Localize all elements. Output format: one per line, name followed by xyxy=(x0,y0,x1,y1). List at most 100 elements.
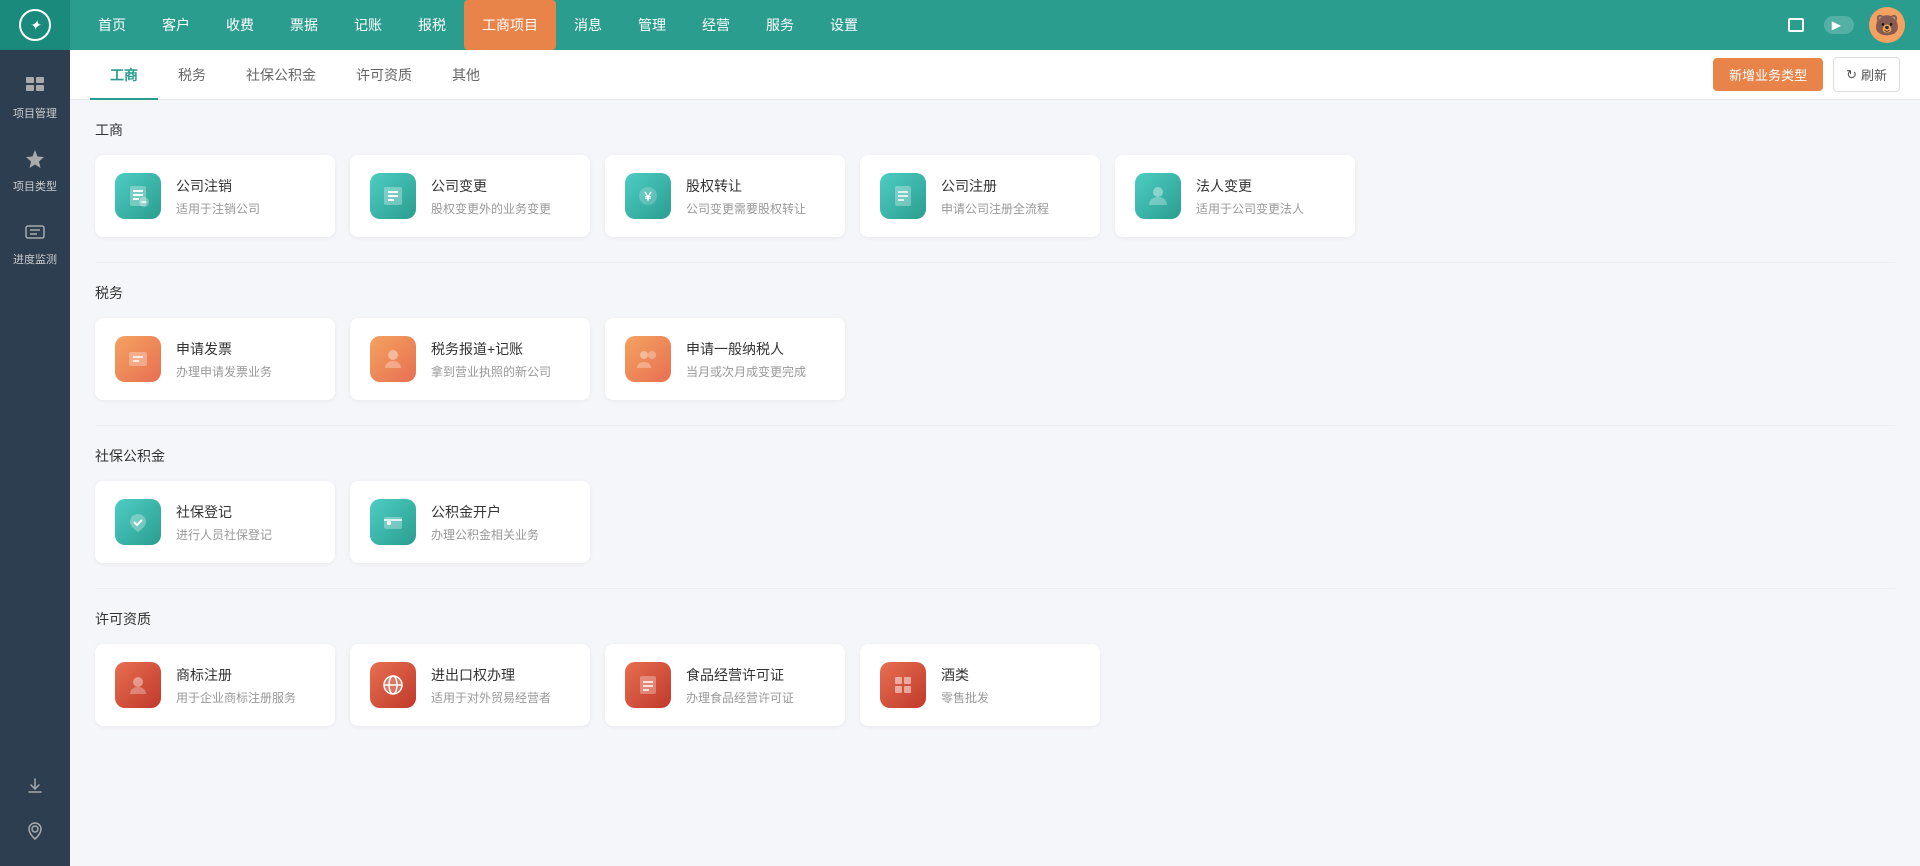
card-icon-法人变更 xyxy=(1135,173,1181,219)
nav-item-记账[interactable]: 记账 xyxy=(336,0,400,50)
vip-button[interactable]: ▶ xyxy=(1824,16,1854,34)
nav-item-客户[interactable]: 客户 xyxy=(144,0,208,50)
service-card-税务报道+记账[interactable]: 税务报道+记账拿到营业执照的新公司 xyxy=(350,318,590,400)
section-divider-0 xyxy=(95,262,1895,263)
tab-item-许可资质[interactable]: 许可资质 xyxy=(336,50,432,100)
card-text-法人变更: 法人变更适用于公司变更法人 xyxy=(1196,176,1304,217)
card-title-1: 公司变更 xyxy=(431,176,551,196)
download-icon-button[interactable] xyxy=(15,766,55,806)
card-desc-2: 办理食品经营许可证 xyxy=(686,689,794,706)
card-icon-食品经营许可证 xyxy=(625,662,671,708)
sidebar: 项目管理 项目类型 进度监测 xyxy=(0,50,70,866)
card-title-2: 食品经营许可证 xyxy=(686,665,794,685)
service-card-公司注销[interactable]: 公司注销适用于注销公司 xyxy=(95,155,335,237)
tab-item-工商[interactable]: 工商 xyxy=(90,50,158,100)
card-grid-1: 申请发票办理申请发票业务 税务报道+记账拿到营业执照的新公司 申请一般纳税人当月或次… xyxy=(95,318,1895,400)
tab-bar: 工商税务社保公积金许可资质其他 新增业务类型 ↻ 刷新 xyxy=(70,50,1920,100)
card-icon-申请一般纳税人 xyxy=(625,336,671,382)
nav-item-首页[interactable]: 首页 xyxy=(80,0,144,50)
service-card-申请一般纳税人[interactable]: 申请一般纳税人当月或次月成变更完成 xyxy=(605,318,845,400)
card-icon-公司注销 xyxy=(115,173,161,219)
card-grid-3: 商标注册用于企业商标注册服务 进出口权办理适用于对外贸易经营者 食品经营许可证办理食… xyxy=(95,644,1895,726)
logo-icon: ✦ xyxy=(19,9,51,41)
card-title-0: 商标注册 xyxy=(176,665,296,685)
service-card-进出口权办理[interactable]: 进出口权办理适用于对外贸易经营者 xyxy=(350,644,590,726)
service-card-公积金开户[interactable]: 公积金开户办理公积金相关业务 xyxy=(350,481,590,563)
card-title-1: 进出口权办理 xyxy=(431,665,551,685)
service-card-公司变更[interactable]: 公司变更股权变更外的业务变更 xyxy=(350,155,590,237)
service-card-公司注册[interactable]: 公司注册申请公司注册全流程 xyxy=(860,155,1100,237)
fullscreen-icon xyxy=(1788,18,1804,32)
card-desc-0: 进行人员社保登记 xyxy=(176,526,272,543)
nav-item-设置[interactable]: 设置 xyxy=(812,0,876,50)
scroll-content[interactable]: 工商公司注销适用于注销公司公司变更股权变更外的业务变更￥股权转让公司变更需要股权… xyxy=(70,100,1920,866)
top-navigation: ✦ 首页客户收费票据记账报税工商项目消息管理经营服务设置 ▶ 🐻 xyxy=(0,0,1920,50)
card-text-公司注册: 公司注册申请公司注册全流程 xyxy=(941,176,1049,217)
card-title-2: 股权转让 xyxy=(686,176,806,196)
tab-item-税务[interactable]: 税务 xyxy=(158,50,226,100)
project-management-icon xyxy=(21,72,49,100)
card-text-申请一般纳税人: 申请一般纳税人当月或次月成变更完成 xyxy=(686,339,806,380)
service-card-股权转让[interactable]: ￥股权转让公司变更需要股权转让 xyxy=(605,155,845,237)
nav-item-管理[interactable]: 管理 xyxy=(620,0,684,50)
section-title-3: 许可资质 xyxy=(95,609,1895,629)
svg-text:￥: ￥ xyxy=(643,191,654,203)
card-desc-0: 办理申请发票业务 xyxy=(176,363,272,380)
main-layout: 项目管理 项目类型 进度监测 xyxy=(0,50,1920,866)
section-title-0: 工商 xyxy=(95,120,1895,140)
nav-item-收费[interactable]: 收费 xyxy=(208,0,272,50)
tab-actions: 新增业务类型 ↻ 刷新 xyxy=(1713,57,1900,92)
card-desc-4: 适用于公司变更法人 xyxy=(1196,200,1304,217)
card-title-0: 公司注销 xyxy=(176,176,260,196)
logo: ✦ xyxy=(0,0,70,50)
sidebar-item-progress-monitor[interactable]: 进度监测 xyxy=(0,206,70,279)
sidebar-item-project-management[interactable]: 项目管理 xyxy=(0,60,70,133)
nav-item-消息[interactable]: 消息 xyxy=(556,0,620,50)
service-card-酒类[interactable]: 酒类零售批发 xyxy=(860,644,1100,726)
service-card-商标注册[interactable]: 商标注册用于企业商标注册服务 xyxy=(95,644,335,726)
card-icon-公司注册 xyxy=(880,173,926,219)
play-icon: ▶ xyxy=(1832,18,1841,32)
nav-right: ▶ 🐻 xyxy=(1788,7,1920,43)
nav-item-经营[interactable]: 经营 xyxy=(684,0,748,50)
avatar[interactable]: 🐻 xyxy=(1869,7,1905,43)
card-text-进出口权办理: 进出口权办理适用于对外贸易经营者 xyxy=(431,665,551,706)
location-icon-button[interactable] xyxy=(15,811,55,851)
section-title-2: 社保公积金 xyxy=(95,446,1895,466)
nav-item-工商项目[interactable]: 工商项目 xyxy=(464,0,556,50)
tab-item-其他[interactable]: 其他 xyxy=(432,50,500,100)
sidebar-label-progress-monitor: 进度监测 xyxy=(13,251,57,267)
nav-item-报税[interactable]: 报税 xyxy=(400,0,464,50)
card-desc-3: 零售批发 xyxy=(941,689,989,706)
nav-item-票据[interactable]: 票据 xyxy=(272,0,336,50)
sidebar-item-project-type[interactable]: 项目类型 xyxy=(0,133,70,206)
card-desc-1: 股权变更外的业务变更 xyxy=(431,200,551,217)
section-title-1: 税务 xyxy=(95,283,1895,303)
refresh-button[interactable]: ↻ 刷新 xyxy=(1833,57,1900,92)
card-desc-2: 当月或次月成变更完成 xyxy=(686,363,806,380)
fullscreen-button[interactable] xyxy=(1788,18,1809,32)
service-card-社保登记[interactable]: 社保登记进行人员社保登记 xyxy=(95,481,335,563)
sidebar-bottom xyxy=(15,766,55,866)
add-type-button[interactable]: 新增业务类型 xyxy=(1713,58,1823,91)
nav-item-服务[interactable]: 服务 xyxy=(748,0,812,50)
card-title-3: 公司注册 xyxy=(941,176,1049,196)
card-desc-1: 适用于对外贸易经营者 xyxy=(431,689,551,706)
section-divider-1 xyxy=(95,425,1895,426)
card-title-1: 公积金开户 xyxy=(431,502,539,522)
service-card-法人变更[interactable]: 法人变更适用于公司变更法人 xyxy=(1115,155,1355,237)
card-text-申请发票: 申请发票办理申请发票业务 xyxy=(176,339,272,380)
project-type-icon xyxy=(21,145,49,173)
service-card-申请发票[interactable]: 申请发票办理申请发票业务 xyxy=(95,318,335,400)
card-text-公司注销: 公司注销适用于注销公司 xyxy=(176,176,260,217)
sidebar-label-project-type: 项目类型 xyxy=(13,178,57,194)
tab-item-社保公积金[interactable]: 社保公积金 xyxy=(226,50,336,100)
card-text-商标注册: 商标注册用于企业商标注册服务 xyxy=(176,665,296,706)
card-icon-社保登记 xyxy=(115,499,161,545)
refresh-icon: ↻ xyxy=(1846,67,1857,83)
card-icon-酒类 xyxy=(880,662,926,708)
card-icon-公积金开户 xyxy=(370,499,416,545)
service-card-食品经营许可证[interactable]: 食品经营许可证办理食品经营许可证 xyxy=(605,644,845,726)
card-grid-0: 公司注销适用于注销公司公司变更股权变更外的业务变更￥股权转让公司变更需要股权转让… xyxy=(95,155,1895,237)
card-title-2: 申请一般纳税人 xyxy=(686,339,806,359)
